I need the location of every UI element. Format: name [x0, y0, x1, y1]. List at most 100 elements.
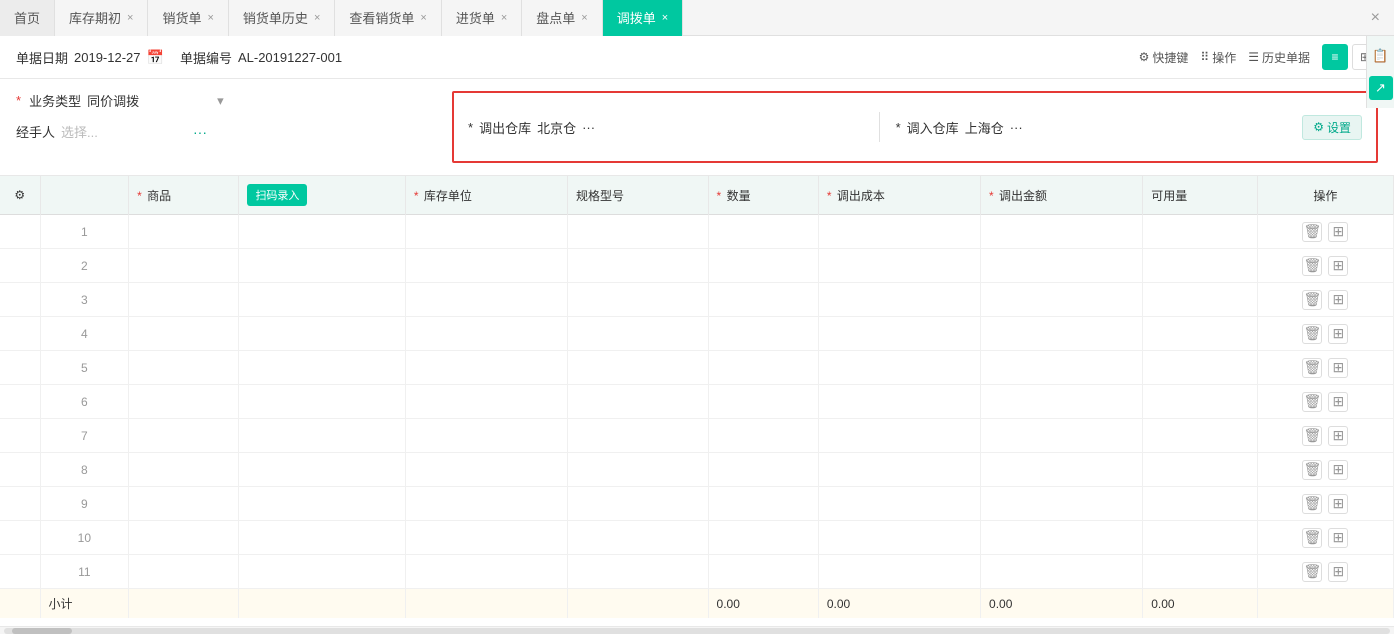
horizontal-scrollbar[interactable] — [0, 626, 1394, 634]
row-cost-cell — [818, 555, 980, 589]
row-goods-cell[interactable] — [129, 249, 239, 283]
copy-row-btn[interactable]: ⊞ — [1328, 222, 1348, 242]
row-goods-cell[interactable] — [129, 419, 239, 453]
delete-row-btn[interactable]: 🗑 — [1302, 460, 1322, 480]
out-warehouse-more-btn[interactable]: ··· — [582, 120, 595, 135]
tab-inventory-check[interactable]: 盘点单 × — [522, 0, 602, 36]
tab-view-sales[interactable]: 查看销货单 × — [335, 0, 441, 36]
th-gear[interactable]: ⚙ — [0, 176, 40, 215]
row-num-cell: 5 — [40, 351, 129, 385]
row-goods-cell[interactable] — [129, 283, 239, 317]
delete-row-btn[interactable]: 🗑 — [1302, 324, 1322, 344]
row-gear-cell — [0, 419, 40, 453]
tab-transfer-order-close[interactable]: × — [662, 12, 668, 24]
copy-row-btn[interactable]: ⊞ — [1328, 256, 1348, 276]
row-action-cell: 🗑 ⊞ — [1257, 521, 1393, 555]
in-warehouse-value[interactable]: 上海仓 — [965, 118, 1004, 137]
delete-row-btn[interactable]: 🗑 — [1302, 494, 1322, 514]
row-goods-cell[interactable] — [129, 453, 239, 487]
shortcut-label: 快捷键 — [1152, 49, 1188, 66]
history-icon: ☰ — [1248, 50, 1259, 64]
biz-type-dropdown-icon[interactable]: ▾ — [217, 93, 224, 109]
tab-sales-order-close[interactable]: × — [207, 12, 213, 24]
side-document-icon[interactable]: 📋 — [1369, 44, 1393, 68]
footer-amount: 0.00 — [981, 589, 1143, 619]
side-panel: 📋 ↗ — [1366, 36, 1394, 108]
row-action-cell: 🗑 ⊞ — [1257, 419, 1393, 453]
row-scan-cell — [239, 249, 405, 283]
delete-row-btn[interactable]: 🗑 — [1302, 358, 1322, 378]
tab-bar-close-btn[interactable]: × — [1357, 9, 1394, 27]
row-available-cell — [1143, 385, 1258, 419]
copy-row-btn[interactable]: ⊞ — [1328, 392, 1348, 412]
row-goods-cell[interactable] — [129, 487, 239, 521]
tab-sales-history-close[interactable]: × — [314, 12, 320, 24]
delete-row-btn[interactable]: 🗑 — [1302, 222, 1322, 242]
settings-button[interactable]: ⚙ 设置 — [1302, 115, 1362, 140]
delete-row-btn[interactable]: 🗑 — [1302, 290, 1322, 310]
handler-input[interactable]: 选择... — [61, 122, 181, 141]
row-qty-cell — [708, 249, 818, 283]
row-goods-cell[interactable] — [129, 317, 239, 351]
delete-row-btn[interactable]: 🗑 — [1302, 426, 1322, 446]
settings-label: 设置 — [1327, 119, 1351, 136]
in-warehouse-label: 调入仓库 — [907, 118, 959, 137]
out-warehouse-required: * — [468, 120, 473, 135]
copy-row-btn[interactable]: ⊞ — [1328, 358, 1348, 378]
row-available-cell — [1143, 419, 1258, 453]
row-spec-cell — [568, 419, 709, 453]
in-warehouse-more-btn[interactable]: ··· — [1010, 120, 1023, 135]
row-scan-cell — [239, 487, 405, 521]
calendar-icon[interactable]: 📅 — [147, 49, 164, 66]
copy-row-btn[interactable]: ⊞ — [1328, 324, 1348, 344]
delete-row-btn[interactable]: 🗑 — [1302, 528, 1322, 548]
copy-row-btn[interactable]: ⊞ — [1328, 426, 1348, 446]
tab-inventory-init[interactable]: 库存期初 × — [55, 0, 148, 36]
tab-home[interactable]: 首页 — [0, 0, 55, 36]
out-warehouse-label: 调出仓库 — [479, 118, 531, 137]
tab-purchase-order-close[interactable]: × — [501, 12, 507, 24]
shortcut-btn[interactable]: ⚙ 快捷键 — [1139, 49, 1189, 66]
row-num-cell: 8 — [40, 453, 129, 487]
history-btn[interactable]: ☰ 历史单据 — [1248, 49, 1310, 66]
row-unit-cell — [405, 283, 567, 317]
scrollbar-thumb[interactable] — [12, 628, 72, 634]
tab-view-sales-close[interactable]: × — [420, 12, 426, 24]
tab-inventory-init-close[interactable]: × — [127, 12, 133, 24]
row-amount-cell — [981, 419, 1143, 453]
row-goods-cell[interactable] — [129, 555, 239, 589]
tab-transfer-order[interactable]: 调拨单 × — [603, 0, 683, 36]
row-qty-cell — [708, 385, 818, 419]
row-available-cell — [1143, 215, 1258, 249]
row-goods-cell[interactable] — [129, 385, 239, 419]
copy-row-btn[interactable]: ⊞ — [1328, 528, 1348, 548]
copy-row-btn[interactable]: ⊞ — [1328, 290, 1348, 310]
scan-btn[interactable]: 扫码录入 — [247, 184, 307, 206]
delete-row-btn[interactable]: 🗑 — [1302, 562, 1322, 582]
copy-row-btn[interactable]: ⊞ — [1328, 562, 1348, 582]
copy-row-btn[interactable]: ⊞ — [1328, 494, 1348, 514]
list-view-btn[interactable]: ≡ — [1322, 44, 1348, 70]
tab-sales-order[interactable]: 销货单 × — [148, 0, 228, 36]
row-goods-cell[interactable] — [129, 351, 239, 385]
row-action-cell: 🗑 ⊞ — [1257, 385, 1393, 419]
row-goods-cell[interactable] — [129, 215, 239, 249]
row-goods-cell[interactable] — [129, 521, 239, 555]
operation-btn[interactable]: ⠿ 操作 — [1200, 49, 1236, 66]
row-action-cell: 🗑 ⊞ — [1257, 317, 1393, 351]
tab-sales-history[interactable]: 销货单历史 × — [229, 0, 335, 36]
tab-inventory-check-close[interactable]: × — [581, 12, 587, 24]
side-export-icon[interactable]: ↗ — [1369, 76, 1393, 100]
delete-row-btn[interactable]: 🗑 — [1302, 256, 1322, 276]
tab-purchase-order[interactable]: 进货单 × — [442, 0, 522, 36]
biz-type-value[interactable]: 同价调拨 — [87, 91, 207, 110]
out-warehouse-value[interactable]: 北京仓 — [537, 118, 576, 137]
th-scan: 扫码录入 — [239, 176, 405, 215]
in-warehouse-required: * — [896, 120, 901, 135]
delete-row-btn[interactable]: 🗑 — [1302, 392, 1322, 412]
row-cost-cell — [818, 453, 980, 487]
row-amount-cell — [981, 317, 1143, 351]
handler-more-btn[interactable]: ··· — [193, 124, 207, 140]
copy-row-btn[interactable]: ⊞ — [1328, 460, 1348, 480]
row-qty-cell — [708, 487, 818, 521]
